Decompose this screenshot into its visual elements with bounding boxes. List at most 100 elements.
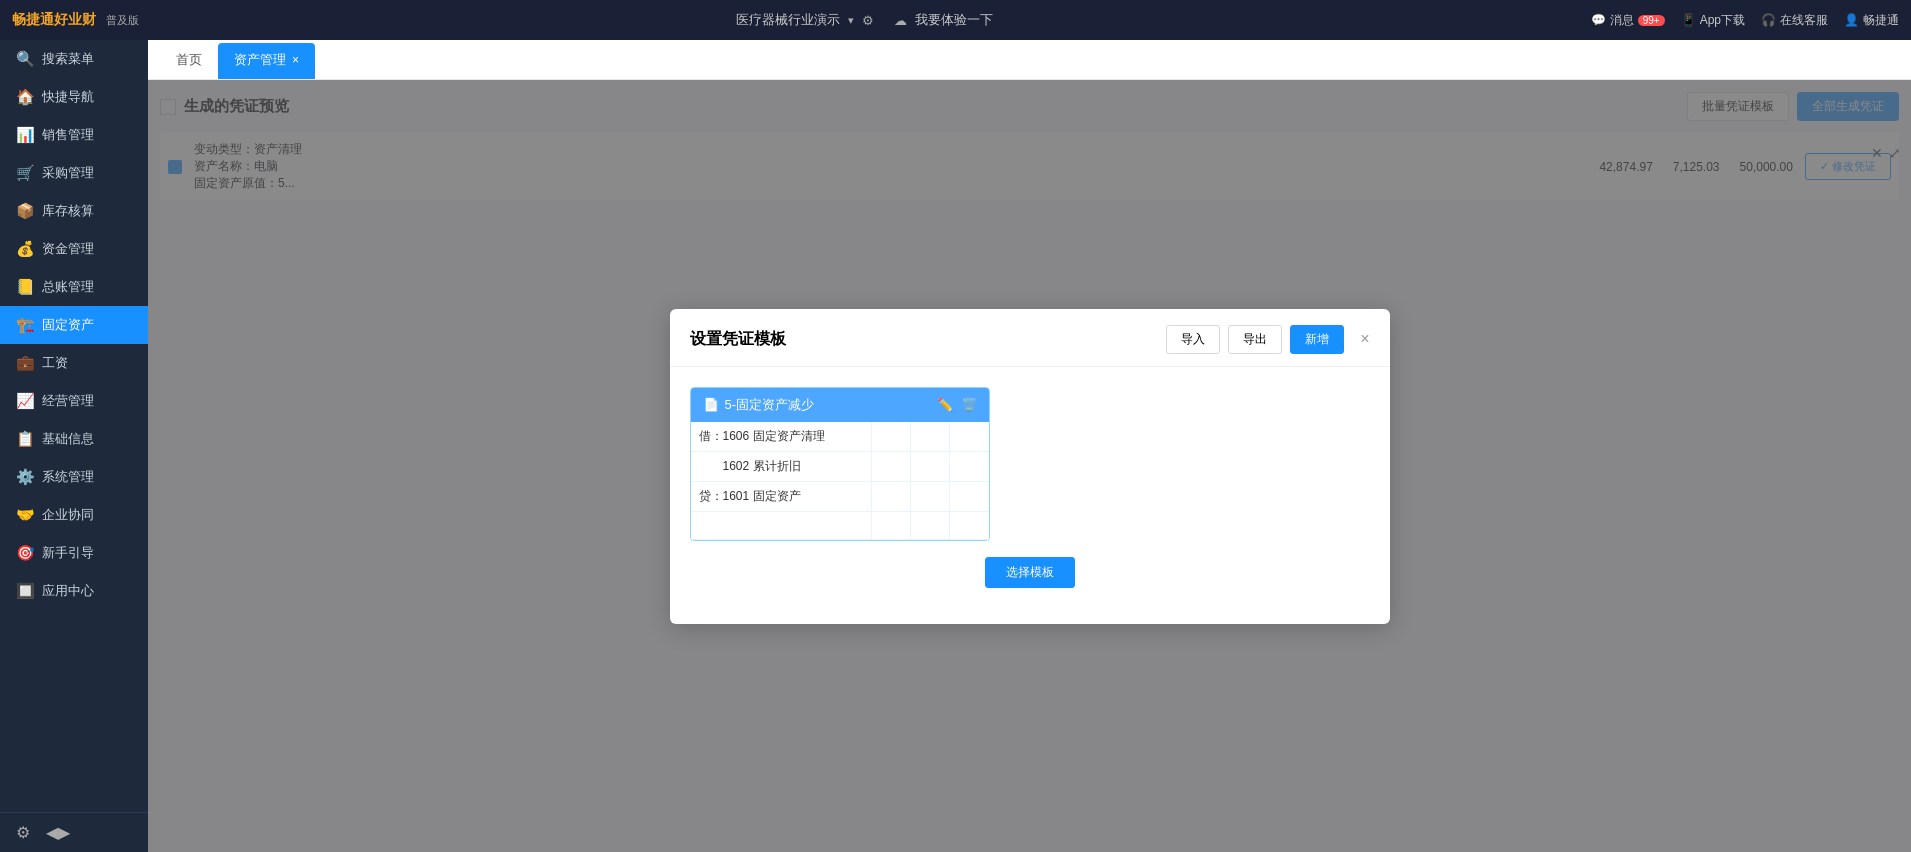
sidebar-label-basics: 基础信息 <box>42 430 94 448</box>
company-name: 医疗器械行业演示 <box>736 11 840 29</box>
top-bar: 畅捷通好业财 普及版 医疗器械行业演示 ▾ ⚙ ☁ 我要体验一下 💬 消息 99… <box>0 0 1911 40</box>
app-logo: 畅捷通好业财 <box>12 11 96 29</box>
sidebar-item-quick-nav[interactable]: 🏠 快捷导航 <box>0 78 148 116</box>
new-btn[interactable]: 新增 <box>1290 325 1344 354</box>
template-credit-row-1: 贷：1601 固定资产 <box>691 482 989 512</box>
template-card: 📄 5-固定资产减少 ✏️ 🗑️ <box>690 387 990 541</box>
app-download-btn[interactable]: 📱 App下载 <box>1681 12 1745 29</box>
sidebar-item-purchase[interactable]: 🛒 采购管理 <box>0 154 148 192</box>
template-debit-col2-2 <box>910 452 949 481</box>
online-service-btn[interactable]: 🎧 在线客服 <box>1761 12 1828 29</box>
export-btn[interactable]: 导出 <box>1228 325 1282 354</box>
service-icon: 🎧 <box>1761 13 1776 27</box>
sidebar-item-fixed-assets[interactable]: 🏗️ 固定资产 <box>0 306 148 344</box>
dialog: 设置凭证模板 导入 导出 新增 × <box>670 309 1390 624</box>
download-icon: 📱 <box>1681 13 1696 27</box>
sidebar-label-app-center: 应用中心 <box>42 582 94 600</box>
sales-icon: 📊 <box>16 126 34 144</box>
operations-icon: 📈 <box>16 392 34 410</box>
template-edit-icon[interactable]: ✏️ <box>937 397 953 412</box>
dialog-header-actions: 导入 导出 新增 × <box>1166 325 1369 354</box>
sidebar-item-search[interactable]: 🔍 搜索菜单 <box>0 40 148 78</box>
template-debit-label-1: 借：1606 固定资产清理 <box>691 422 871 451</box>
system-icon: ⚙️ <box>16 468 34 486</box>
sidebar-item-inventory[interactable]: 📦 库存核算 <box>0 192 148 230</box>
template-empty-col3 <box>949 512 988 539</box>
experience-text[interactable]: 我要体验一下 <box>915 11 993 29</box>
sidebar-label-guide: 新手引导 <box>42 544 94 562</box>
settings-icon[interactable]: ⚙ <box>862 13 874 28</box>
app-center-icon: 🔲 <box>16 582 34 600</box>
sidebar-label-salary: 工资 <box>42 354 68 372</box>
tab-home-label: 首页 <box>176 52 202 67</box>
sidebar-label-cooperation: 企业协同 <box>42 506 94 524</box>
dropdown-icon[interactable]: ▾ <box>848 14 854 27</box>
user-icon: 👤 <box>1844 13 1859 27</box>
template-header-title: 5-固定资产减少 <box>725 396 815 414</box>
sidebar-label-ledger: 总账管理 <box>42 278 94 296</box>
template-empty-col1 <box>871 512 910 539</box>
template-debit-row-2: 1602 累计折旧 <box>691 452 989 482</box>
messages-badge: 99+ <box>1638 15 1665 26</box>
sidebar-item-finance[interactable]: 💰 资金管理 <box>0 230 148 268</box>
user-btn[interactable]: 👤 畅捷通 <box>1844 12 1899 29</box>
sidebar-label-fixed-assets: 固定资产 <box>42 316 94 334</box>
template-header-actions: ✏️ 🗑️ <box>937 397 977 412</box>
messages-label: 消息 <box>1610 12 1634 29</box>
sidebar-item-salary[interactable]: 💼 工资 <box>0 344 148 382</box>
select-template-btn[interactable]: 选择模板 <box>985 557 1075 588</box>
sidebar: 🔍 搜索菜单 🏠 快捷导航 📊 销售管理 🛒 采购管理 📦 库存核 <box>0 40 148 852</box>
cooperation-icon: 🤝 <box>16 506 34 524</box>
sidebar-item-operations[interactable]: 📈 经营管理 <box>0 382 148 420</box>
template-doc-icon: 📄 <box>703 397 719 412</box>
template-debit-col3-2 <box>949 452 988 481</box>
sidebar-label-purchase: 采购管理 <box>42 164 94 182</box>
sidebar-item-cooperation[interactable]: 🤝 企业协同 <box>0 496 148 534</box>
sidebar-label-system: 系统管理 <box>42 468 94 486</box>
tab-asset-management[interactable]: 资产管理 × <box>218 43 315 79</box>
collapse-icon[interactable]: ◀▶ <box>46 823 70 842</box>
top-bar-right: 💬 消息 99+ 📱 App下载 🎧 在线客服 👤 畅捷通 <box>1591 12 1899 29</box>
sidebar-item-guide[interactable]: 🎯 新手引导 <box>0 534 148 572</box>
inventory-icon: 📦 <box>16 202 34 220</box>
app-container: 畅捷通好业财 普及版 医疗器械行业演示 ▾ ⚙ ☁ 我要体验一下 💬 消息 99… <box>0 0 1911 852</box>
app-edition: 普及版 <box>106 13 139 28</box>
sidebar-scroll: 🔍 搜索菜单 🏠 快捷导航 📊 销售管理 🛒 采购管理 📦 库存核 <box>0 40 148 812</box>
top-bar-left: 畅捷通好业财 普及版 <box>12 11 139 29</box>
template-debit-row-1: 借：1606 固定资产清理 <box>691 422 989 452</box>
finance-icon: 💰 <box>16 240 34 258</box>
dialog-close-btn[interactable]: × <box>1360 330 1369 348</box>
sidebar-item-basics[interactable]: 📋 基础信息 <box>0 420 148 458</box>
online-service-label: 在线客服 <box>1780 12 1828 29</box>
sidebar-label-sales: 销售管理 <box>42 126 94 144</box>
home-icon: 🏠 <box>16 88 34 106</box>
sidebar-label-quick-nav: 快捷导航 <box>42 88 94 106</box>
settings-bottom-icon[interactable]: ⚙ <box>16 823 30 842</box>
sidebar-item-ledger[interactable]: 📒 总账管理 <box>0 268 148 306</box>
template-credit-col1-1 <box>871 482 910 511</box>
tab-close-icon[interactable]: × <box>292 53 299 67</box>
sidebar-label-operations: 经营管理 <box>42 392 94 410</box>
sidebar-item-app-center[interactable]: 🔲 应用中心 <box>0 572 148 610</box>
template-empty-col2 <box>910 512 949 539</box>
template-card-header: 📄 5-固定资产减少 ✏️ 🗑️ <box>691 388 989 422</box>
cloud-icon: ☁ <box>894 13 907 28</box>
template-debit-col3-1 <box>949 422 988 451</box>
tab-bar: 首页 资产管理 × <box>148 40 1911 80</box>
page-content: 生成的凭证预览 批量凭证模板 全部生成凭证 变动类型：资产清理 资产名称：电脑 … <box>148 80 1911 852</box>
messages-btn[interactable]: 💬 消息 99+ <box>1591 12 1665 29</box>
main-layout: 🔍 搜索菜单 🏠 快捷导航 📊 销售管理 🛒 采购管理 📦 库存核 <box>0 40 1911 852</box>
tab-home[interactable]: 首页 <box>160 43 218 79</box>
template-delete-icon[interactable]: 🗑️ <box>961 397 977 412</box>
template-debit-col1-2 <box>871 452 910 481</box>
sidebar-item-sales[interactable]: 📊 销售管理 <box>0 116 148 154</box>
content-area: 首页 资产管理 × 生成的凭证预览 批量 <box>148 40 1911 852</box>
import-btn[interactable]: 导入 <box>1166 325 1220 354</box>
sidebar-label-finance: 资金管理 <box>42 240 94 258</box>
sidebar-item-system[interactable]: ⚙️ 系统管理 <box>0 458 148 496</box>
template-card-body: 借：1606 固定资产清理 1602 累计折旧 <box>691 422 989 540</box>
template-empty-label <box>691 512 871 539</box>
tab-asset-management-label: 资产管理 <box>234 51 286 69</box>
modal-overlay: 设置凭证模板 导入 导出 新增 × <box>148 80 1911 852</box>
template-empty-row <box>691 512 989 540</box>
